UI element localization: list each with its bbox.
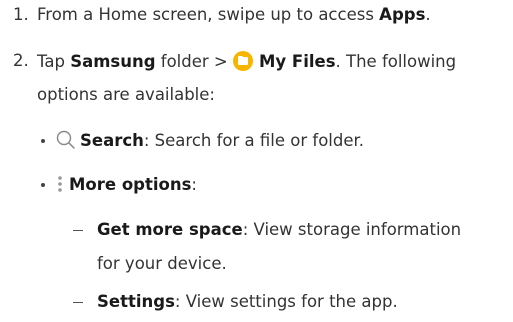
- option-search: Search: Search for a file or folder.: [80, 131, 364, 151]
- sub-option-settings: Settings: View settings for the app.: [97, 292, 398, 312]
- sub-option-get-more-space: Get more space: View storage information: [97, 220, 461, 240]
- dash: [73, 302, 83, 304]
- settings-label: Settings: [97, 292, 175, 311]
- step-number: 1.: [13, 5, 29, 24]
- step-1-text: From a Home screen, swipe up to access A…: [37, 5, 431, 25]
- step-2-post: . The following: [335, 52, 457, 71]
- step-2-text: Tap Samsung folder > My Files. The follo…: [37, 51, 456, 72]
- step-2-mid: folder >: [155, 52, 233, 71]
- more-options-label: More options: [69, 175, 192, 194]
- search-desc: : Search for a file or folder.: [143, 131, 365, 150]
- step-1-pre: From a Home screen, swipe up to access: [37, 5, 380, 24]
- apps-label: Apps: [379, 5, 426, 24]
- sub-option-get-more-space-line-2: for your device.: [97, 254, 227, 274]
- get-more-space-label: Get more space: [97, 220, 243, 239]
- settings-desc: : View settings for the app.: [174, 292, 398, 311]
- step-2-line2-text: options are available:: [37, 85, 215, 104]
- option-more: More options:: [69, 175, 197, 195]
- samsung-folder-label: Samsung: [70, 52, 156, 71]
- bullet: [41, 183, 45, 187]
- step-number: 2.: [13, 51, 29, 70]
- my-files-label: My Files: [259, 52, 336, 71]
- get-more-space-desc: : View storage information: [242, 220, 462, 239]
- step-1-post: .: [425, 5, 431, 24]
- search-label: Search: [80, 131, 144, 150]
- search-icon: [56, 130, 75, 149]
- step-2-line-2: options are available:: [37, 85, 215, 105]
- step-2-pre: Tap: [37, 52, 71, 71]
- get-more-space-line2: for your device.: [97, 254, 227, 273]
- dash: [73, 230, 83, 232]
- my-files-folder-icon: [233, 51, 253, 71]
- bullet: [41, 139, 45, 143]
- more-options-desc: :: [191, 175, 197, 194]
- more-options-icon: [58, 176, 62, 192]
